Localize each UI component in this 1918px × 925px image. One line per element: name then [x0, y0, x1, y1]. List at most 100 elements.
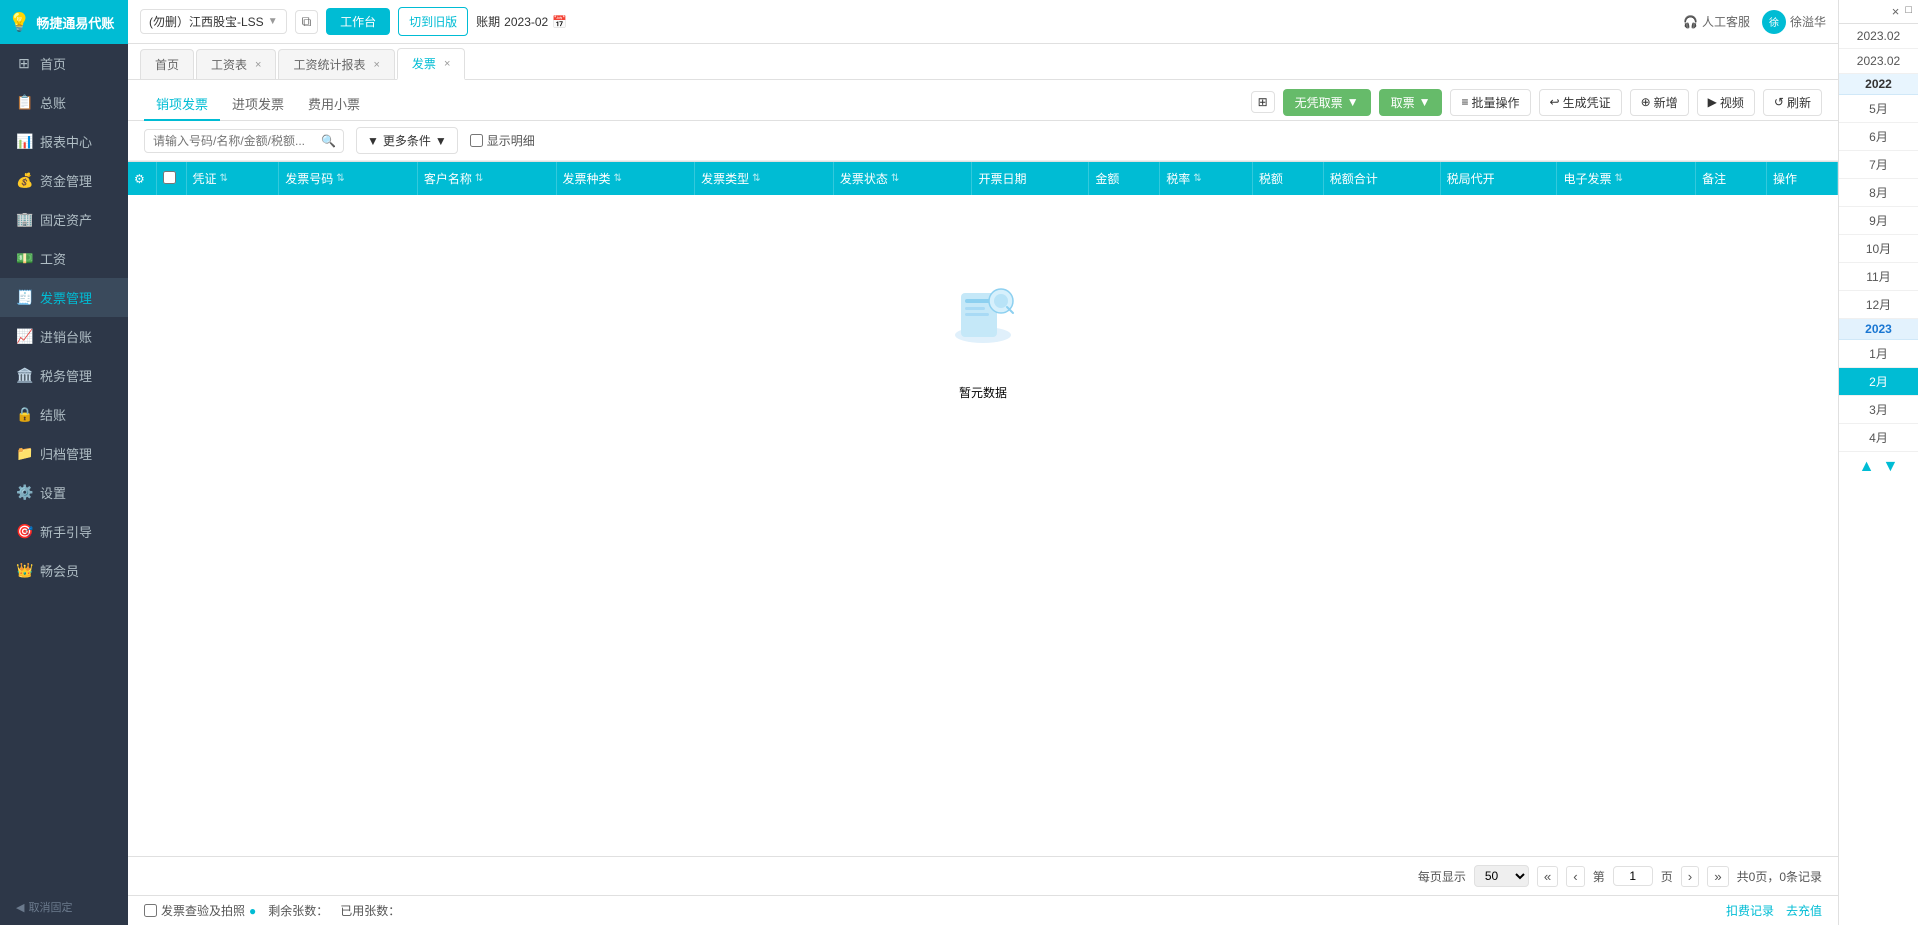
sidebar-item-label: 首页 [40, 54, 66, 73]
empty-illustration [943, 275, 1023, 372]
date-item-mar-2023[interactable]: 3月 [1839, 396, 1918, 424]
video-button[interactable]: ▶ 视频 [1697, 89, 1755, 116]
company-selector[interactable]: (勿删）江西股宝-LSS ▼ [140, 9, 287, 34]
copy-button[interactable]: ⧉ [295, 10, 319, 34]
invoice-category-label: 发票类型 [701, 170, 749, 187]
per-page-select[interactable]: 50 10 20 100 [1474, 865, 1529, 887]
table-settings-button[interactable]: ⊞ [1251, 91, 1275, 113]
sidebar-item-archive[interactable]: 📁 归档管理 [0, 434, 128, 473]
sort-icon[interactable]: ⇅ [336, 173, 344, 184]
sidebar-item-ledger[interactable]: 📋 总账 [0, 83, 128, 122]
sidebar-item-label: 进销台账 [40, 327, 92, 346]
tab-invoice-label: 发票 [412, 55, 436, 72]
date-item-feb-2023[interactable]: 2月 [1839, 368, 1918, 396]
sort-icon[interactable]: ⇅ [220, 173, 228, 184]
sort-icon[interactable]: ⇅ [614, 173, 622, 184]
last-page-button[interactable]: » [1707, 866, 1728, 887]
date-panel: × □ 2023.02 2023.02 2022 5月 6月 7月 8月 9月 … [1838, 0, 1918, 925]
tab-home[interactable]: 首页 [140, 49, 194, 79]
prev-page-button[interactable]: ‹ [1566, 866, 1584, 887]
sort-icon[interactable]: ⇅ [475, 173, 483, 184]
tab-salary-table[interactable]: 工资表 × [196, 49, 276, 79]
subtab-sales-invoice-label: 销项发票 [156, 97, 208, 112]
date-item-july[interactable]: 7月 [1839, 151, 1918, 179]
date-item-august[interactable]: 8月 [1839, 179, 1918, 207]
sort-icon[interactable]: ⇅ [1614, 173, 1622, 184]
reports-icon: 📊 [16, 133, 32, 150]
sidebar-item-settings[interactable]: ⚙️ 设置 [0, 473, 128, 512]
sort-icon[interactable]: ⇅ [1193, 173, 1201, 184]
prev-year-button[interactable]: ▲ [1859, 458, 1875, 476]
headset-icon: 🎧 [1683, 15, 1698, 29]
switch-version-button[interactable]: 切到旧版 [398, 7, 468, 36]
sort-icon[interactable]: ⇅ [752, 173, 760, 184]
customer-service-button[interactable]: 🎧 人工客服 [1683, 13, 1750, 30]
user-menu[interactable]: 徐 徐溢华 [1762, 10, 1826, 34]
sidebar-item-tax[interactable]: 🏛️ 税务管理 [0, 356, 128, 395]
sidebar-item-assets[interactable]: 🏢 固定资产 [0, 200, 128, 239]
select-all-checkbox[interactable] [163, 171, 176, 184]
batch-operations-button[interactable]: ≡ 批量操作 [1450, 89, 1530, 116]
voucher-label: 取票 [1391, 94, 1415, 111]
date-item-2023-02-second[interactable]: 2023.02 [1839, 49, 1918, 74]
col-settings: ⚙ [128, 162, 156, 195]
invoice-check-label: 发票查验及拍照 [161, 902, 245, 919]
show-detail-checkbox[interactable] [470, 134, 483, 147]
sidebar-item-invoice[interactable]: 🧾 发票管理 [0, 278, 128, 317]
remaining-label: 剩余张数： [268, 904, 328, 918]
sidebar-item-reports[interactable]: 📊 报表中心 [0, 122, 128, 161]
date-item-june[interactable]: 6月 [1839, 123, 1918, 151]
sidebar-item-sales[interactable]: 📈 进销台账 [0, 317, 128, 356]
show-detail-label[interactable]: 显示明细 [470, 132, 535, 149]
date-item-jan-2023[interactable]: 1月 [1839, 340, 1918, 368]
subtab-expense-receipt[interactable]: 费用小票 [296, 88, 372, 121]
no-voucher-button[interactable]: 无凭取票 ▼ [1283, 89, 1371, 116]
invoice-check-checkbox[interactable] [144, 904, 157, 917]
sidebar-nav: ⊞ 首页 📋 总账 📊 报表中心 💰 资金管理 🏢 固定资产 💵 工资 🧾 发票… [0, 44, 128, 889]
subtab-purchase-invoice[interactable]: 进项发票 [220, 88, 296, 121]
user-avatar: 徐 [1762, 10, 1786, 34]
close-salary-stats-tab[interactable]: × [373, 59, 379, 71]
sidebar-item-member[interactable]: 👑 畅会员 [0, 551, 128, 590]
sidebar-item-finance[interactable]: 💰 资金管理 [0, 161, 128, 200]
search-input[interactable] [144, 129, 344, 153]
unpin-button[interactable]: ◀ 取消固定 [0, 889, 128, 925]
sidebar-item-home[interactable]: ⊞ 首页 [0, 44, 128, 83]
date-item-november[interactable]: 11月 [1839, 263, 1918, 291]
sidebar-item-close[interactable]: 🔒 结账 [0, 395, 128, 434]
refresh-button[interactable]: ↺ 刷新 [1763, 89, 1822, 116]
sidebar-item-label: 新手引导 [40, 522, 92, 541]
sidebar-item-label: 归档管理 [40, 444, 92, 463]
year-header-2022: 2022 [1839, 74, 1918, 95]
tab-salary-stats[interactable]: 工资统计报表 × [278, 49, 394, 79]
next-page-button[interactable]: › [1681, 866, 1699, 887]
first-page-button[interactable]: « [1537, 866, 1558, 887]
next-year-button[interactable]: ▼ [1883, 458, 1899, 476]
generate-voucher-button[interactable]: ↩ 生成凭证 [1539, 89, 1622, 116]
date-item-2023-02-first[interactable]: 2023.02 [1839, 24, 1918, 49]
sidebar-item-salary[interactable]: 💵 工资 [0, 239, 128, 278]
subtab-bar: 销项发票 进项发票 费用小票 ⊞ 无凭取票 ▼ [128, 80, 1838, 121]
new-button[interactable]: ⊕ 新增 [1630, 89, 1689, 116]
date-item-may[interactable]: 5月 [1839, 95, 1918, 123]
close-panel-button[interactable]: × [1892, 4, 1900, 19]
more-conditions-button[interactable]: ▼ 更多条件 ▼ [356, 127, 458, 154]
close-salary-table-tab[interactable]: × [255, 59, 261, 71]
tab-invoice[interactable]: 发票 × [397, 48, 465, 80]
deduct-record-link[interactable]: 扣费记录 [1726, 902, 1774, 919]
page-input[interactable] [1613, 866, 1653, 886]
subtab-sales-invoice[interactable]: 销项发票 [144, 88, 220, 121]
close-invoice-tab[interactable]: × [444, 58, 450, 70]
workbench-button[interactable]: 工作台 [326, 8, 390, 35]
date-item-october[interactable]: 10月 [1839, 235, 1918, 263]
sidebar-item-label: 设置 [40, 483, 66, 502]
date-item-december[interactable]: 12月 [1839, 291, 1918, 319]
sort-icon[interactable]: ⇅ [891, 173, 899, 184]
date-item-september[interactable]: 9月 [1839, 207, 1918, 235]
maximize-panel-button[interactable]: □ [1905, 4, 1912, 19]
recharge-link[interactable]: 去充值 [1786, 902, 1822, 919]
sidebar-item-guide[interactable]: 🎯 新手引导 [0, 512, 128, 551]
guide-icon: 🎯 [16, 523, 32, 540]
date-item-apr-2023[interactable]: 4月 [1839, 424, 1918, 452]
voucher-button[interactable]: 取票 ▼ [1379, 89, 1443, 116]
